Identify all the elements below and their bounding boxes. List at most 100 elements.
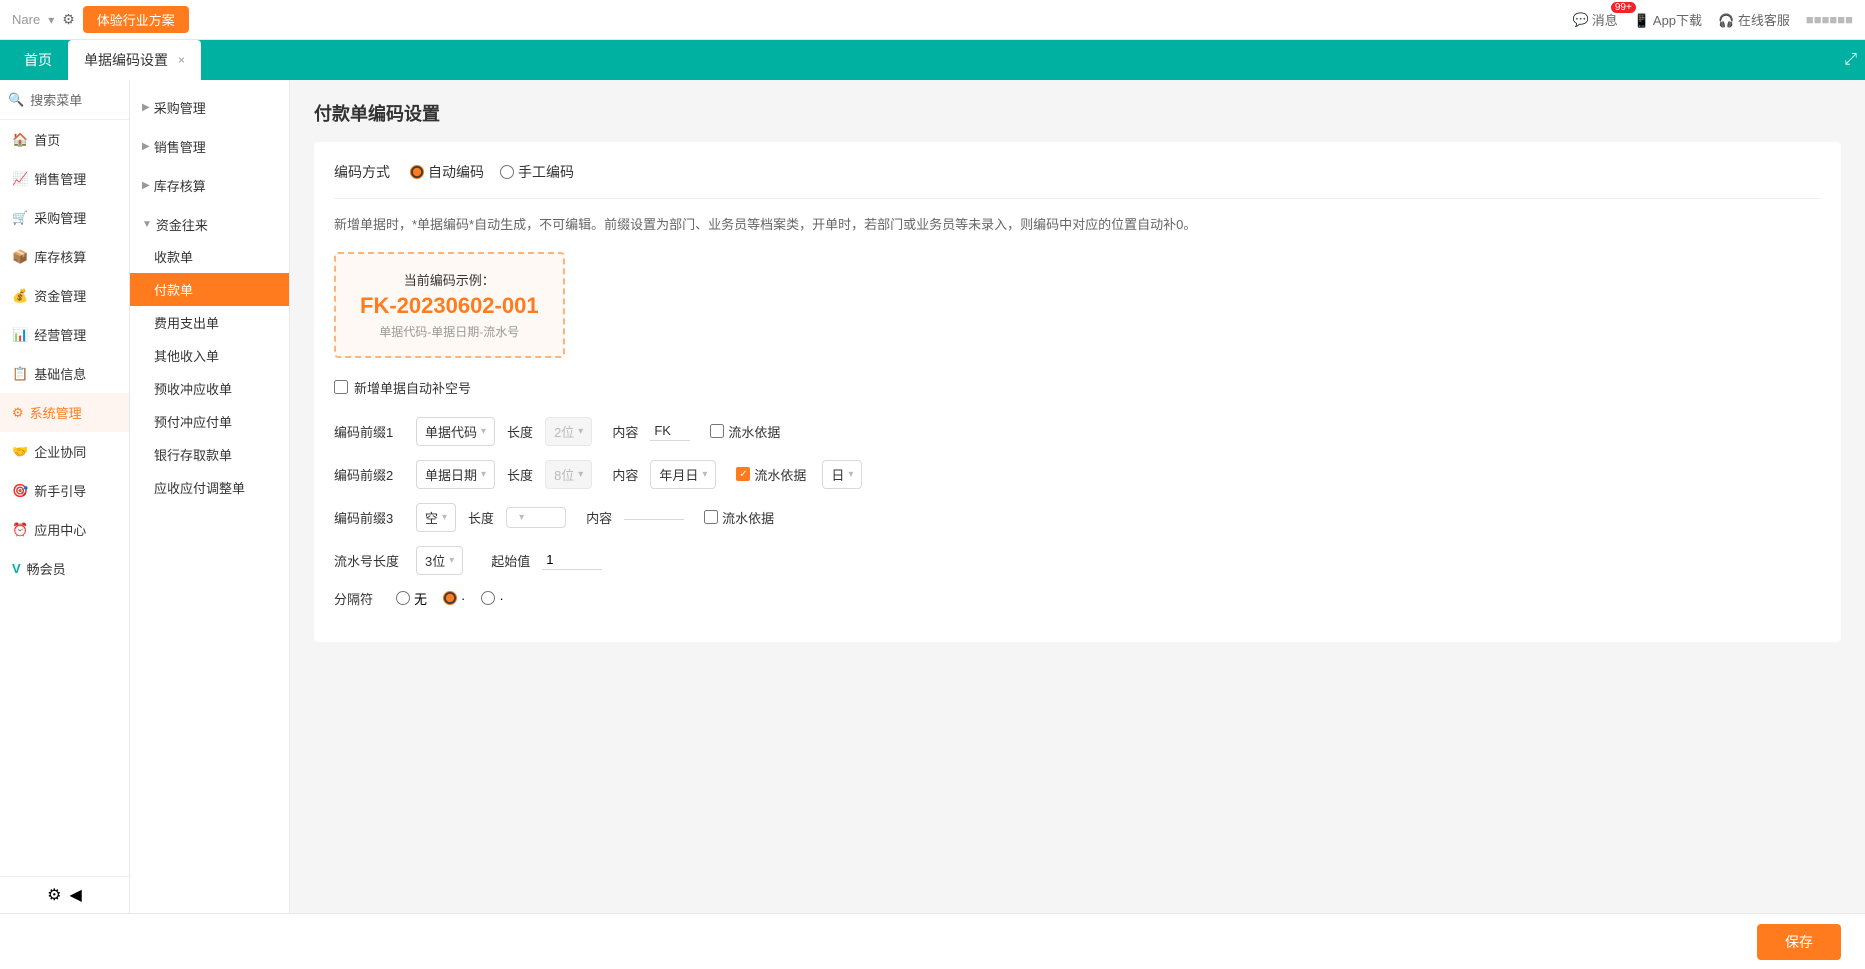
prefix2-length-select[interactable]: 8位 ▾ [545, 460, 592, 489]
message-area[interactable]: 💬 消息 99+ [1573, 10, 1618, 29]
sep-none-label: 无 [414, 589, 427, 608]
sep-dot-radio[interactable] [443, 591, 457, 605]
serial-length-value: 3位 [425, 551, 445, 570]
prefix2-select[interactable]: 单据日期 ▾ [416, 460, 495, 489]
sec-group-header-purchase[interactable]: ▶ 采购管理 [130, 92, 289, 123]
sec-group-header-capital[interactable]: ▼ 资金往来 [130, 209, 289, 240]
sec-group-label-inventory: 库存核算 [154, 176, 206, 195]
prefix2-length-label: 长度 [507, 465, 533, 484]
tab-voucher-label: 单据编码设置 [84, 50, 168, 70]
prefix3-label: 编码前缀3 [334, 508, 404, 527]
sep-dot2-radio[interactable] [481, 591, 495, 605]
prefix2-select-arrow: ▾ [481, 469, 486, 480]
prefix2-serial-label: 流水依据 [754, 465, 806, 484]
sidebar-item-system[interactable]: ⚙ 系统管理 [0, 393, 129, 432]
sidebar-label-operations: 经营管理 [34, 325, 86, 344]
sidebar-item-inventory[interactable]: 📦 库存核算 [0, 237, 129, 276]
info-text: 新增单据时，*单据编码*自动生成，不可编辑。前缀设置为部门、业务员等档案类，开单… [334, 215, 1821, 236]
sec-item-receipt[interactable]: 收款单 [130, 240, 289, 273]
brand-arrow-icon[interactable]: ▾ [48, 13, 54, 27]
separator-radio-group: 无 · · [396, 589, 504, 608]
prefix2-length-value: 8位 [554, 465, 574, 484]
prefix3-serial-checkbox[interactable] [704, 510, 718, 524]
sec-item-prepay-offset[interactable]: 预收冲应收单 [130, 372, 289, 405]
sec-item-advance-offset[interactable]: 预付冲应付单 [130, 405, 289, 438]
finance-icon: 💰 [12, 288, 28, 304]
sidebar-item-member[interactable]: V 畅会员 [0, 549, 129, 588]
sidebar-item-home[interactable]: 🏠 首页 [0, 120, 129, 159]
app-download-link[interactable]: 📱 App下载 [1634, 10, 1702, 29]
sidebar-item-purchase[interactable]: 🛒 采购管理 [0, 198, 129, 237]
sep-dot-option[interactable]: · [443, 591, 465, 606]
sec-item-expense[interactable]: 费用支出单 [130, 306, 289, 339]
prefix1-length-select[interactable]: 2位 ▾ [545, 417, 592, 446]
prefix1-select[interactable]: 单据代码 ▾ [416, 417, 495, 446]
prefix2-serial-unit-arrow: ▾ [848, 469, 853, 480]
tab-home[interactable]: 首页 [8, 40, 68, 80]
prefix2-content-select[interactable]: 年月日 ▾ [650, 460, 716, 489]
online-service-link[interactable]: 🎧 在线客服 [1718, 10, 1790, 29]
save-button[interactable]: 保存 [1757, 924, 1841, 960]
sidebar-item-enterprise[interactable]: 🤝 企业协同 [0, 432, 129, 471]
sidebar-label-app-center: 应用中心 [34, 520, 86, 539]
manual-code-option[interactable]: 手工编码 [500, 162, 574, 182]
main-layout: 🔍 搜索菜单 🏠 首页 📈 销售管理 🛒 采购管理 📦 库存核算 💰 资金管理 … [0, 80, 1865, 913]
prefix3-content-label: 内容 [586, 508, 612, 527]
settings-gear-icon[interactable]: ⚙ [62, 11, 75, 28]
sec-group-header-inventory[interactable]: ▶ 库存核算 [130, 170, 289, 201]
sidebar-settings-icon[interactable]: ⚙ [47, 885, 61, 905]
sep-dot2-option[interactable]: · [481, 591, 503, 606]
prefix1-length-label: 长度 [507, 422, 533, 441]
trial-button[interactable]: 体验行业方案 [83, 6, 189, 33]
auto-code-option[interactable]: 自动编码 [410, 162, 484, 182]
sidebar-item-sales[interactable]: 📈 销售管理 [0, 159, 129, 198]
sidebar-label-guide: 新手引导 [34, 481, 86, 500]
sec-item-ar-ap-adjust[interactable]: 应收应付调整单 [130, 471, 289, 504]
prefix3-select-arrow: ▾ [442, 512, 447, 523]
sep-none-option[interactable]: 无 [396, 589, 427, 608]
prefix2-content-value: 年月日 [659, 465, 698, 484]
sec-group-label-sales: 销售管理 [154, 137, 206, 156]
auto-code-label: 自动编码 [428, 162, 484, 182]
prefix3-length-select[interactable]: ▾ [506, 507, 566, 528]
prefix2-serial-checkbox[interactable]: ✓ [736, 467, 750, 481]
prefix3-select[interactable]: 空 ▾ [416, 503, 456, 532]
serial-length-label: 流水号长度 [334, 551, 404, 570]
nav-expand-icon[interactable]: ⤢ [1844, 51, 1857, 69]
prefix1-serial-checkbox[interactable] [710, 424, 724, 438]
left-sidebar: 🔍 搜索菜单 🏠 首页 📈 销售管理 🛒 采购管理 📦 库存核算 💰 资金管理 … [0, 80, 130, 913]
arrow-icon-sales: ▶ [142, 141, 150, 152]
tab-close-icon[interactable]: × [178, 53, 185, 67]
sidebar-item-finance[interactable]: 💰 资金管理 [0, 276, 129, 315]
sec-group-header-sales[interactable]: ▶ 销售管理 [130, 131, 289, 162]
sec-item-bank[interactable]: 银行存取款单 [130, 438, 289, 471]
sep-none-radio[interactable] [396, 591, 410, 605]
prefix2-serial-unit-select[interactable]: 日 ▾ [822, 460, 862, 489]
sidebar-item-operations[interactable]: 📊 经营管理 [0, 315, 129, 354]
manual-code-label: 手工编码 [518, 162, 574, 182]
sec-group-label-purchase: 采购管理 [154, 98, 206, 117]
sec-item-payment[interactable]: 付款单 [130, 273, 289, 306]
user-avatar[interactable]: ■■■■■■ [1806, 12, 1853, 27]
sidebar-label-member: 畅会员 [27, 559, 66, 578]
serial-length-select[interactable]: 3位 ▾ [416, 546, 463, 575]
sec-item-other-income[interactable]: 其他收入单 [130, 339, 289, 372]
auto-code-radio[interactable] [410, 165, 424, 179]
page-title: 付款单编码设置 [314, 100, 1841, 126]
prefix2-label: 编码前缀2 [334, 465, 404, 484]
prefix1-serial-label: 流水依据 [728, 422, 780, 441]
tab-voucher-code[interactable]: 单据编码设置 × [68, 40, 201, 80]
sales-icon: 📈 [12, 171, 28, 187]
sidebar-item-basic-info[interactable]: 📋 基础信息 [0, 354, 129, 393]
prefix3-length-arrow: ▾ [519, 512, 524, 523]
sidebar-collapse-icon[interactable]: ◀ [70, 885, 82, 905]
sidebar-search[interactable]: 🔍 搜索菜单 [0, 80, 129, 120]
auto-fill-checkbox[interactable] [334, 380, 348, 394]
inventory-icon: 📦 [12, 249, 28, 265]
enterprise-icon: 🤝 [12, 444, 28, 460]
sidebar-item-guide[interactable]: 🎯 新手引导 [0, 471, 129, 510]
start-value-input[interactable] [542, 550, 602, 570]
manual-code-radio[interactable] [500, 165, 514, 179]
coding-method-radio-group: 自动编码 手工编码 [410, 162, 574, 182]
sidebar-item-app-center[interactable]: ⏰ 应用中心 [0, 510, 129, 549]
